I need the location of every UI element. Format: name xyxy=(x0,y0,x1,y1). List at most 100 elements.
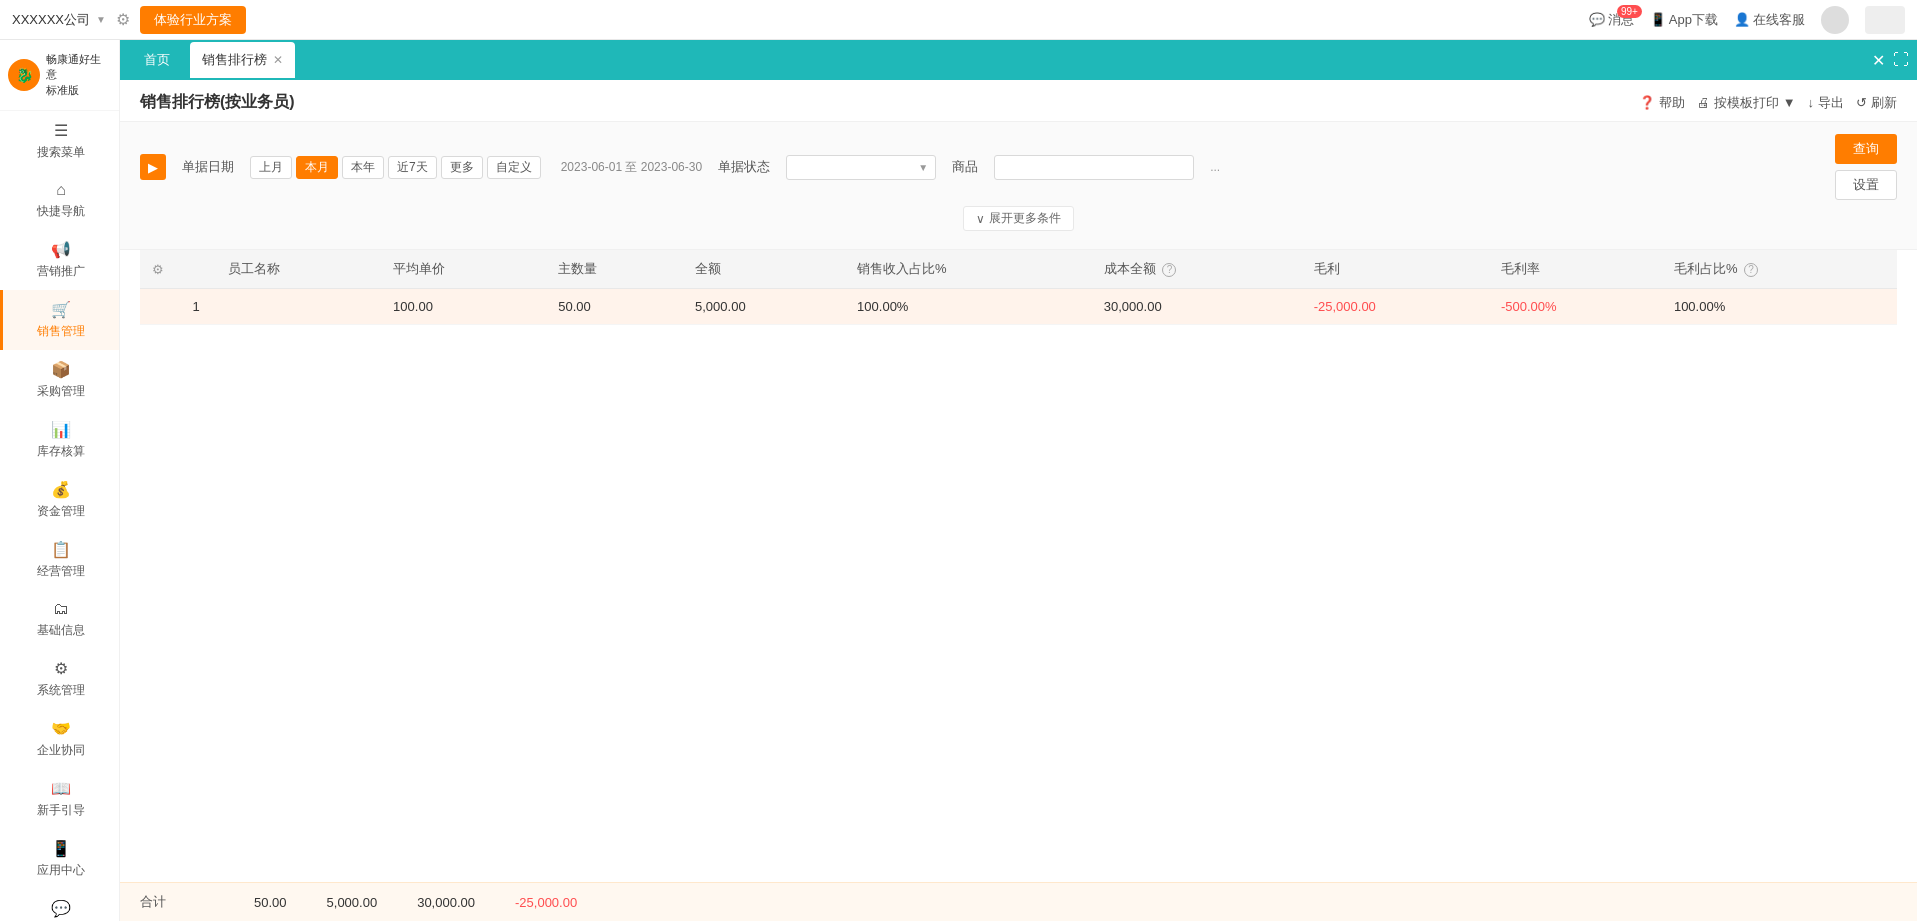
avatar[interactable] xyxy=(1821,6,1849,34)
date-btn-this-month[interactable]: 本月 xyxy=(296,156,338,179)
date-btn-custom[interactable]: 自定义 xyxy=(487,156,541,179)
tab-close-icon[interactable]: ✕ xyxy=(273,53,283,67)
filter-expand-arrow[interactable]: ▶ xyxy=(140,154,166,180)
trial-button[interactable]: 体验行业方案 xyxy=(140,6,246,34)
sidebar-item-quick-nav[interactable]: ⌂ 快捷导航 xyxy=(0,171,119,230)
message-button[interactable]: 💬 消息 99+ xyxy=(1589,11,1634,29)
col-amount: 全额 xyxy=(683,250,845,289)
topbar-settings-icon[interactable]: ⚙ xyxy=(116,10,130,29)
expand-down-icon: ∨ xyxy=(976,212,985,226)
goods-filter-label: 商品 xyxy=(952,158,978,176)
top-bar: XXXXXX公司 ▼ ⚙ 体验行业方案 💬 消息 99+ 📱 App下载 👤 在… xyxy=(0,0,1917,40)
query-settings-area: 查询 设置 xyxy=(1835,134,1897,200)
sidebar-item-base-info[interactable]: 🗂 基础信息 xyxy=(0,590,119,649)
filter-row-main: ▶ 单据日期 上月 本月 本年 近7天 更多 自定义 2023-06-01 至 … xyxy=(140,134,1897,200)
app-label: App下载 xyxy=(1669,11,1718,29)
footer-label: 合计 xyxy=(140,893,166,911)
guide-icon: 📖 xyxy=(51,779,71,798)
cell-qty: 50.00 xyxy=(546,289,683,325)
export-button[interactable]: ↓ 导出 xyxy=(1808,94,1845,112)
base-info-icon: 🗂 xyxy=(53,600,69,618)
date-btn-this-year[interactable]: 本年 xyxy=(342,156,384,179)
col-rank xyxy=(176,250,216,289)
date-filter-label: 单据日期 xyxy=(182,158,234,176)
marketing-icon: 📢 xyxy=(51,240,71,259)
service-label: 在线客服 xyxy=(1753,11,1805,29)
query-button[interactable]: 查询 xyxy=(1835,134,1897,164)
export-icon: ↓ xyxy=(1808,95,1815,110)
tab-sales-ranking[interactable]: 销售排行榜 ✕ xyxy=(190,42,295,78)
expand-button[interactable]: ∨ 展开更多条件 xyxy=(963,206,1074,231)
sidebar-item-label: 快捷导航 xyxy=(37,203,85,220)
tab-home[interactable]: 首页 xyxy=(128,40,186,80)
sidebar-item-finance[interactable]: 💰 资金管理 xyxy=(0,470,119,530)
page-title: 销售排行榜(按业务员) xyxy=(140,92,295,113)
col-profit-pct: 毛利占比% ? xyxy=(1662,250,1897,289)
cell-profit-pct: 100.00% xyxy=(1662,289,1897,325)
sidebar-item-purchase[interactable]: 📦 采购管理 xyxy=(0,350,119,410)
goods-filter-input[interactable] xyxy=(994,155,1194,180)
cost-help-icon[interactable]: ? xyxy=(1162,263,1176,277)
sidebar-item-operations[interactable]: 📋 经营管理 xyxy=(0,530,119,590)
page-header-right: ❓ 帮助 🖨 按模板打印 ▼ ↓ 导出 ↺ 刷新 xyxy=(1639,94,1897,112)
sidebar-item-label: 库存核算 xyxy=(37,443,85,460)
help-button[interactable]: ❓ 帮助 xyxy=(1639,94,1685,112)
goods-more-link[interactable]: ... xyxy=(1210,160,1220,174)
cell-cost: 30,000.00 xyxy=(1092,289,1302,325)
col-qty: 主数量 xyxy=(546,250,683,289)
tab-label: 销售排行榜 xyxy=(202,51,267,69)
sidebar-item-inventory[interactable]: 📊 库存核算 xyxy=(0,410,119,470)
enterprise-icon: 🤝 xyxy=(51,719,71,738)
print-button[interactable]: 🖨 按模板打印 ▼ xyxy=(1697,94,1796,112)
search-order-icon: ☰ xyxy=(54,121,68,140)
sidebar-item-enterprise[interactable]: 🤝 企业协同 xyxy=(0,709,119,769)
sidebar-item-label: 系统管理 xyxy=(37,682,85,699)
date-btn-last-month[interactable]: 上月 xyxy=(250,156,292,179)
help-icon: ❓ xyxy=(1639,95,1655,110)
date-btn-more[interactable]: 更多 xyxy=(441,156,483,179)
table-row: 1 100.00 50.00 5,000.00 100.00% 30,000.0… xyxy=(140,289,1897,325)
table-header-row: ⚙ 员工名称 平均单价 主数量 xyxy=(140,250,1897,289)
online-service-button[interactable]: 👤 在线客服 xyxy=(1734,11,1805,29)
date-buttons: 上月 本月 本年 近7天 更多 自定义 xyxy=(250,156,541,179)
company-selector[interactable]: XXXXXX公司 ▼ xyxy=(12,11,106,29)
top-right-area: 💬 消息 99+ 📱 App下载 👤 在线客服 xyxy=(1589,6,1905,34)
sidebar-item-marketing[interactable]: 📢 营销推广 xyxy=(0,230,119,290)
tab-window-close-icon[interactable]: ✕ xyxy=(1872,51,1885,70)
cell-profit: -25,000.00 xyxy=(1302,289,1489,325)
settings-button[interactable]: 设置 xyxy=(1835,170,1897,200)
sidebar-item-app-center[interactable]: 📱 应用中心 xyxy=(0,829,119,889)
sidebar-item-system[interactable]: ⚙ 系统管理 xyxy=(0,649,119,709)
status-select-wrapper: ▼ xyxy=(786,155,936,180)
date-btn-7days[interactable]: 近7天 xyxy=(388,156,437,179)
refresh-button[interactable]: ↺ 刷新 xyxy=(1856,94,1897,112)
sidebar-item-sales[interactable]: 🛒 销售管理 xyxy=(0,290,119,350)
purchase-icon: 📦 xyxy=(51,360,71,379)
page-content: 销售排行榜(按业务员) ❓ 帮助 🖨 按模板打印 ▼ ↓ 导出 xyxy=(120,80,1917,921)
profit-pct-help-icon[interactable]: ? xyxy=(1744,263,1758,277)
tab-maximize-icon[interactable]: ⛶ xyxy=(1893,51,1909,70)
message-badge: 99+ xyxy=(1617,5,1642,18)
cell-sales-pct: 100.00% xyxy=(845,289,1092,325)
date-range-display: 2023-06-01 至 2023-06-30 xyxy=(561,159,702,176)
company-arrow-icon: ▼ xyxy=(96,14,106,25)
col-settings[interactable]: ⚙ xyxy=(140,250,176,289)
footer-cost: 30,000.00 xyxy=(417,895,475,910)
logo-area: 🐉 畅康通好生意 标准版 xyxy=(0,40,119,111)
wechat-icon: 💬 xyxy=(51,899,71,918)
table-footer: 合计 50.00 5,000.00 30,000.00 -25,000.00 xyxy=(120,882,1917,921)
status-select[interactable] xyxy=(786,155,936,180)
username-display xyxy=(1865,6,1905,34)
footer-qty: 50.00 xyxy=(254,895,287,910)
sidebar-item-wechat[interactable]: 💬 企业微信 xyxy=(0,889,119,921)
sidebar-item-guide[interactable]: 📖 新手引导 xyxy=(0,769,119,829)
sidebar: 🐉 畅康通好生意 标准版 ☰ 搜索菜单 ⌂ 快捷导航 📢 营销推广 🛒 销售管理… xyxy=(0,40,120,921)
company-name: XXXXXX公司 xyxy=(12,11,90,29)
sidebar-item-search-order[interactable]: ☰ 搜索菜单 xyxy=(0,111,119,171)
operations-icon: 📋 xyxy=(51,540,71,559)
tab-right-actions: ✕ ⛶ xyxy=(1872,51,1909,70)
main-layout: 🐉 畅康通好生意 标准版 ☰ 搜索菜单 ⌂ 快捷导航 📢 营销推广 🛒 销售管理… xyxy=(0,40,1917,921)
expand-row: ∨ 展开更多条件 xyxy=(140,200,1897,237)
logo-text: 畅康通好生意 标准版 xyxy=(46,52,111,98)
app-download-button[interactable]: 📱 App下载 xyxy=(1650,11,1718,29)
